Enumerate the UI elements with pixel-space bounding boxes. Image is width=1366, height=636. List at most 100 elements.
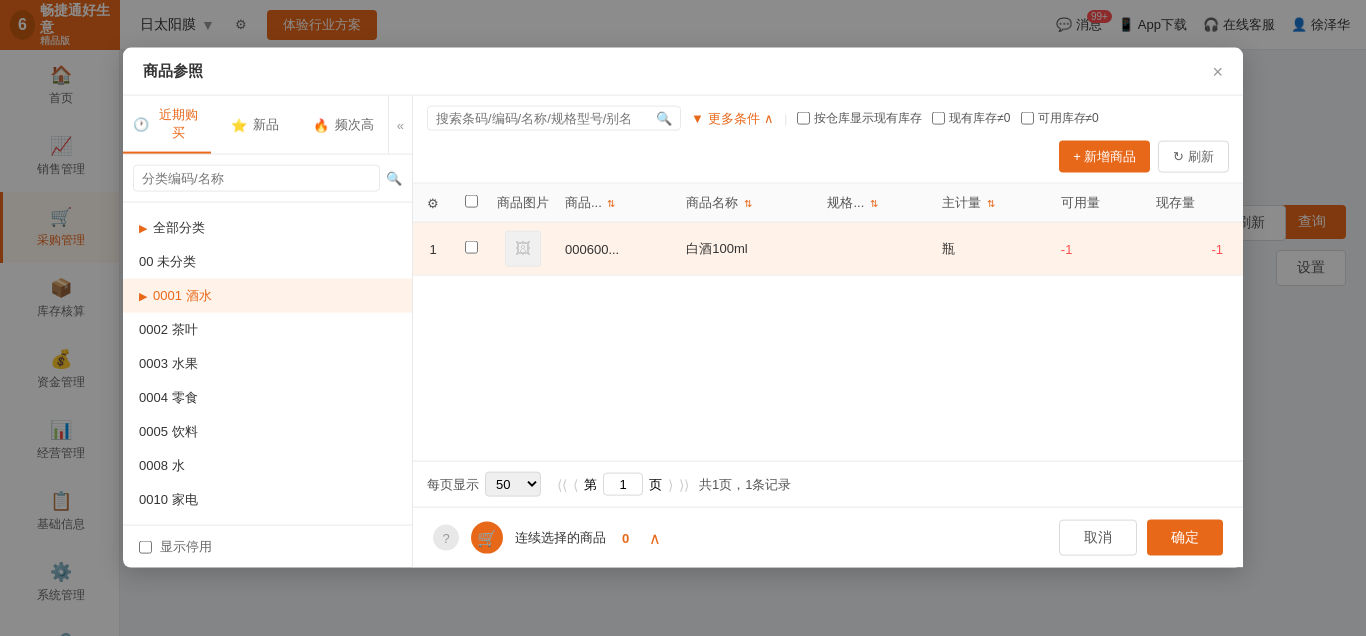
- cat-item-liquor[interactable]: ▶ 0001 酒水: [123, 279, 412, 313]
- cat-item-appliance-label: 0010 家电: [139, 491, 198, 509]
- cat-item-drink[interactable]: 0005 饮料: [123, 415, 412, 449]
- per-page-label: 每页显示: [427, 475, 479, 493]
- filter-by-warehouse[interactable]: 按仓库显示现有库存: [797, 110, 922, 127]
- product-toolbar: 🔍 ▼ 更多条件 ∧ | 按仓库显示现有库存 现有库存≠0: [413, 96, 1243, 184]
- add-product-button[interactable]: + 新增商品: [1059, 141, 1150, 173]
- refresh-button[interactable]: ↻ 刷新: [1158, 141, 1229, 173]
- filter-available-stock[interactable]: 可用库存≠0: [1021, 110, 1099, 127]
- col-code-label: 商品...: [565, 195, 602, 210]
- col-settings-header[interactable]: ⚙: [413, 184, 453, 223]
- product-panel: 🔍 ▼ 更多条件 ∧ | 按仓库显示现有库存 现有库存≠0: [413, 96, 1243, 568]
- tab-new[interactable]: ⭐ 新品: [211, 96, 299, 154]
- row-spec-cell: [819, 222, 934, 275]
- row-stock-cell: -1: [1148, 222, 1243, 275]
- current-stock-label: 现有库存≠0: [949, 110, 1010, 127]
- cart-collapse-icon[interactable]: ∧: [649, 528, 661, 547]
- cart-icon[interactable]: 🛒: [471, 522, 503, 554]
- col-stock-header: 现存量: [1148, 184, 1243, 223]
- last-page-button[interactable]: ⟩⟩: [679, 476, 689, 492]
- modal-header: 商品参照 ×: [123, 48, 1243, 96]
- product-search-input[interactable]: [436, 111, 656, 126]
- page-input[interactable]: [603, 473, 643, 496]
- more-filter-button[interactable]: ▼ 更多条件 ∧: [691, 109, 774, 127]
- cancel-button[interactable]: 取消: [1059, 520, 1137, 556]
- cat-item-fruit-label: 0003 水果: [139, 355, 198, 373]
- sort-spec-icon: ⇅: [870, 198, 878, 209]
- modal-title: 商品参照: [143, 62, 203, 81]
- confirm-button[interactable]: 确定: [1147, 520, 1223, 556]
- star-icon: ⭐: [231, 117, 247, 132]
- col-name-label: 商品名称: [686, 195, 738, 210]
- category-search-icon[interactable]: 🔍: [386, 171, 402, 186]
- cart-label: 连续选择的商品: [515, 529, 606, 547]
- pagination-bar: 每页显示 50 10 20 100 ⟨⟨ ⟨ 第 页: [413, 461, 1243, 507]
- collapse-panel-button[interactable]: «: [388, 96, 412, 154]
- tab-recent[interactable]: 🕐 近期购买: [123, 96, 211, 154]
- col-available-header[interactable]: 可用量: [1053, 184, 1148, 223]
- tab-frequent-label: 频次高: [335, 116, 374, 134]
- current-stock-checkbox[interactable]: [932, 112, 945, 125]
- warehouse-checkbox[interactable]: [797, 112, 810, 125]
- modal-close-button[interactable]: ×: [1212, 62, 1223, 80]
- row-num: 1: [413, 222, 453, 275]
- warehouse-filter-label: 按仓库显示现有库存: [814, 110, 922, 127]
- toolbar-right: + 新增商品 ↻ 刷新: [1059, 141, 1229, 173]
- cat-item-all-label: 全部分类: [153, 219, 205, 237]
- cat-item-appliance[interactable]: 0010 家电: [123, 483, 412, 517]
- row-checkbox[interactable]: [465, 241, 478, 254]
- table-row[interactable]: 1 🖼 000600... 白酒100ml: [413, 222, 1243, 275]
- cat-item-drink-label: 0005 饮料: [139, 423, 198, 441]
- fire-icon: 🔥: [313, 117, 329, 132]
- next-page-button[interactable]: ⟩: [668, 476, 673, 492]
- row-img-cell: 🖼: [489, 222, 557, 275]
- pagination-controls: ⟨⟨ ⟨ 第 页 ⟩ ⟩⟩: [557, 473, 689, 496]
- col-unit-label: 主计量: [942, 195, 981, 210]
- category-tabs: 🕐 近期购买 ⭐ 新品 🔥 频次高 «: [123, 96, 412, 155]
- page-label: 第: [584, 475, 597, 493]
- prev-page-button[interactable]: ⟨: [573, 476, 578, 492]
- per-page-select[interactable]: 50 10 20 100: [485, 472, 541, 497]
- category-search-input[interactable]: [133, 165, 380, 192]
- col-spec-header[interactable]: 规格... ⇅: [819, 184, 934, 223]
- cat-item-water[interactable]: 0008 水: [123, 449, 412, 483]
- modal-body: 🕐 近期购买 ⭐ 新品 🔥 频次高 « 🔍: [123, 96, 1243, 568]
- filter-current-stock[interactable]: 现有库存≠0: [932, 110, 1010, 127]
- col-spec-label: 规格...: [827, 195, 864, 210]
- cat-item-snack[interactable]: 0004 零食: [123, 381, 412, 415]
- expand-all-icon: ▶: [139, 221, 147, 234]
- cat-item-fruit[interactable]: 0003 水果: [123, 347, 412, 381]
- cat-item-liquor-label: 0001 酒水: [153, 287, 212, 305]
- filter-icon: ▼: [691, 111, 704, 126]
- product-image: 🖼: [505, 231, 541, 267]
- page-unit: 页: [649, 475, 662, 493]
- row-unit-cell: 瓶: [934, 222, 1053, 275]
- available-stock-label: 可用库存≠0: [1038, 110, 1099, 127]
- cat-item-uncategorized[interactable]: 00 未分类: [123, 245, 412, 279]
- cat-item-all[interactable]: ▶ 全部分类: [123, 211, 412, 245]
- tab-frequent[interactable]: 🔥 频次高: [300, 96, 388, 154]
- select-all-checkbox[interactable]: [465, 195, 478, 208]
- pagination-info: 共1页，1条记录: [699, 475, 791, 493]
- category-search: 🔍: [123, 155, 412, 203]
- cat-item-tea-label: 0002 茶叶: [139, 321, 198, 339]
- tab-recent-label: 近期购买: [155, 106, 201, 142]
- available-stock-checkbox[interactable]: [1021, 112, 1034, 125]
- cat-item-tea[interactable]: 0002 茶叶: [123, 313, 412, 347]
- cat-item-uncategorized-label: 00 未分类: [139, 253, 196, 271]
- cat-item-water-label: 0008 水: [139, 457, 185, 475]
- image-placeholder-icon: 🖼: [515, 240, 531, 258]
- first-page-button[interactable]: ⟨⟨: [557, 476, 567, 492]
- row-checkbox-cell[interactable]: [453, 222, 489, 275]
- expand-liquor-icon: ▶: [139, 289, 147, 302]
- col-img-label: 商品图片: [497, 195, 549, 210]
- help-button[interactable]: ?: [433, 525, 459, 551]
- col-code-header[interactable]: 商品... ⇅: [557, 184, 678, 223]
- display-disabled-checkbox[interactable]: [139, 540, 152, 553]
- category-list: ▶ 全部分类 00 未分类 ▶ 0001 酒水 0002 茶叶 0003 水果: [123, 203, 412, 525]
- col-stock-label: 现存量: [1156, 195, 1195, 210]
- row-available-cell: -1: [1053, 222, 1148, 275]
- col-name-header[interactable]: 商品名称 ⇅: [678, 184, 819, 223]
- product-search-icon[interactable]: 🔍: [656, 111, 672, 126]
- sort-name-icon: ⇅: [744, 198, 752, 209]
- col-unit-header[interactable]: 主计量 ⇅: [934, 184, 1053, 223]
